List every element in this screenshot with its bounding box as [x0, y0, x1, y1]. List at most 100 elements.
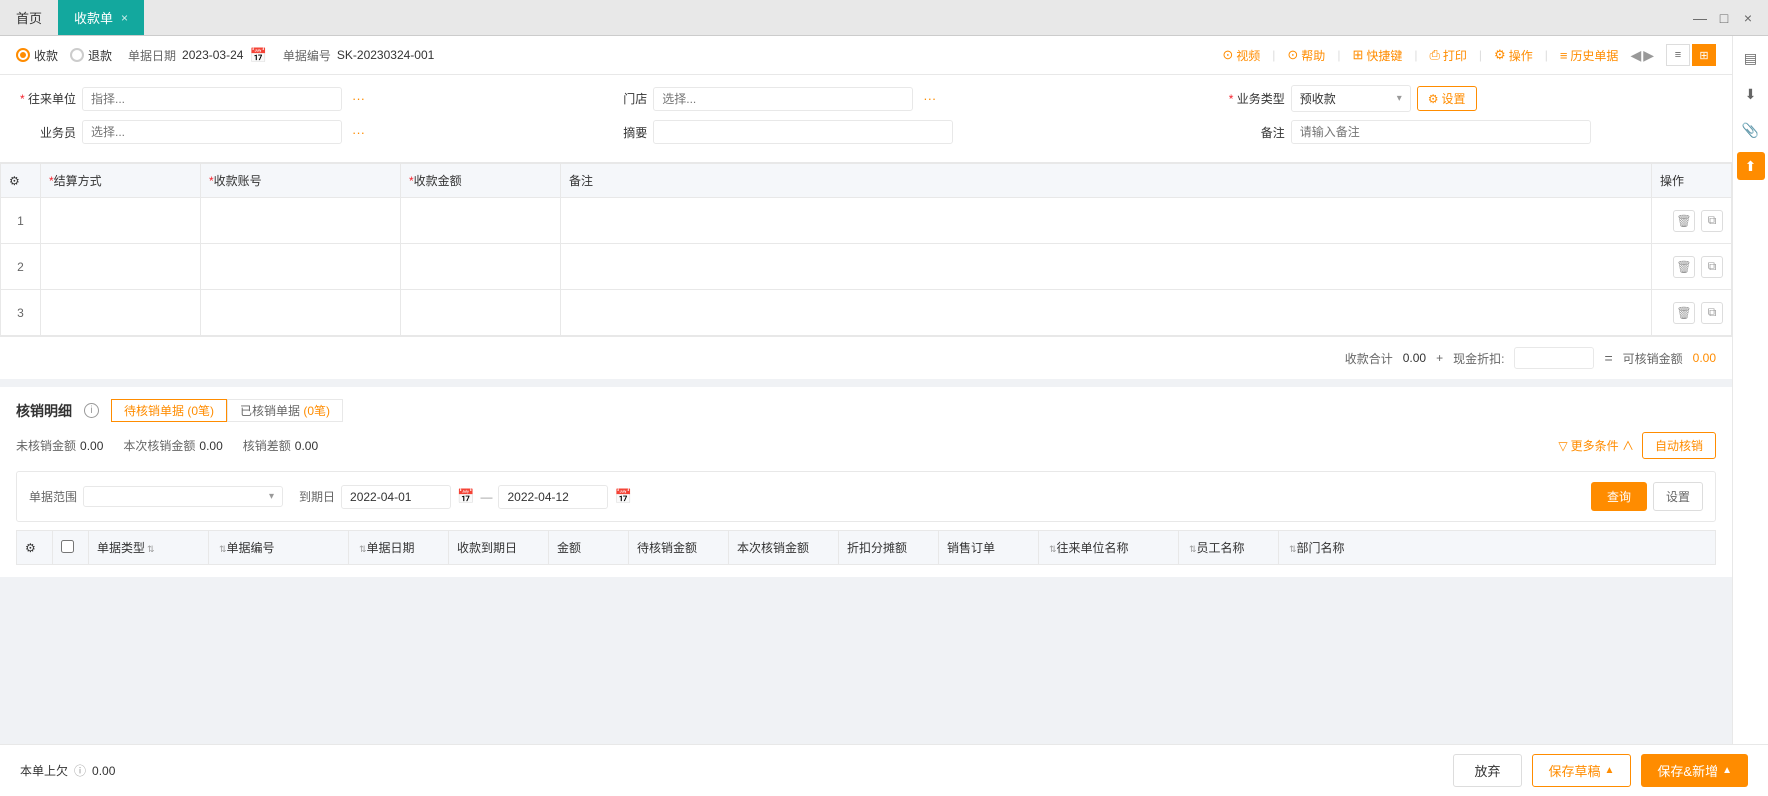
footer-info-icon[interactable]: ⓘ — [74, 762, 86, 779]
range-select[interactable]: ▾ — [83, 486, 283, 507]
shop-input[interactable] — [653, 87, 913, 111]
sidebar-import-icon[interactable]: ⬇ — [1737, 80, 1765, 108]
toolbar: 收款 退款 单据日期 2023-03-24 📅 单据编号 SK-20230324… — [0, 36, 1732, 75]
calendar-icon[interactable]: 📅 — [249, 47, 266, 64]
select-all-checkbox[interactable] — [61, 540, 74, 553]
row-1-op-icons: 🗑 ⧉ — [1660, 210, 1723, 232]
help-btn[interactable]: ⊙ 帮助 — [1287, 47, 1325, 64]
row-1-remark[interactable] — [561, 198, 1652, 244]
tab-pending[interactable]: 待核销单据 (0笔) — [111, 399, 227, 422]
help-label: 帮助 — [1301, 47, 1325, 64]
staff-more-icon[interactable]: ··· — [352, 125, 365, 140]
sidebar-export-icon[interactable]: ⬆ — [1737, 152, 1765, 180]
remark-field: 备注 — [1185, 120, 1716, 144]
row-2-amount[interactable] — [401, 244, 561, 290]
abandon-btn[interactable]: 放弃 — [1453, 754, 1521, 787]
row-2-settle[interactable] — [41, 244, 201, 290]
tab-active[interactable]: 收款单 × — [58, 0, 144, 35]
grid-view-btn[interactable]: ⊞ — [1692, 44, 1716, 66]
summary-input[interactable] — [653, 120, 953, 144]
save-draft-btn[interactable]: 保存草稿 ▲ — [1532, 754, 1632, 787]
date-value: 2023-03-24 — [182, 48, 243, 62]
row-1-settle[interactable] — [41, 198, 201, 244]
minimize-btn[interactable]: — — [1692, 10, 1708, 26]
row-3-amount[interactable] — [401, 290, 561, 336]
type-radio-group: 收款 退款 — [16, 47, 112, 64]
row-3-copy-icon[interactable]: ⧉ — [1701, 302, 1723, 324]
tab-done[interactable]: 已核销单据 (0笔) — [227, 399, 343, 422]
partner-more-icon[interactable]: ··· — [352, 91, 365, 106]
row-3-op: 🗑 ⧉ — [1652, 290, 1732, 336]
more-filter-label: 更多条件 ∧ — [1571, 437, 1634, 454]
history-label: 历史单据 — [1570, 47, 1618, 64]
filter-settings-btn[interactable]: 设置 — [1653, 482, 1703, 511]
row-1-amount[interactable] — [401, 198, 561, 244]
verify-tabs: 待核销单据 (0笔) 已核销单据 (0笔) — [111, 399, 343, 422]
radio-refund[interactable]: 退款 — [70, 47, 112, 64]
more-filter-btn[interactable]: ▽ 更多条件 ∧ — [1558, 437, 1634, 454]
row-3-settle[interactable] — [41, 290, 201, 336]
summary-field: 摘要 — [547, 120, 1185, 144]
date-field: 单据日期 2023-03-24 📅 — [128, 47, 267, 64]
operation-btn[interactable]: ⚙ 操作 — [1494, 47, 1533, 64]
sidebar-attach-icon[interactable]: 📎 — [1737, 116, 1765, 144]
tab-home[interactable]: 首页 — [0, 0, 58, 35]
list-view-btn[interactable]: ≡ — [1666, 44, 1690, 66]
total-label: 收款合计 — [1345, 350, 1393, 367]
range-select-chevron-icon: ▾ — [269, 491, 274, 502]
row-3-account[interactable] — [201, 290, 401, 336]
row-1-copy-icon[interactable]: ⧉ — [1701, 210, 1723, 232]
sidebar-table-icon[interactable]: ▤ — [1737, 44, 1765, 72]
diff-label: 核销差额 — [243, 437, 291, 454]
history-btn[interactable]: ≡ 历史单据 — [1560, 47, 1619, 64]
row-2-copy-icon[interactable]: ⧉ — [1701, 256, 1723, 278]
query-btn[interactable]: 查询 — [1591, 482, 1647, 511]
print-btn[interactable]: ⎙ 打印 — [1429, 47, 1466, 64]
summary-label: 摘要 — [587, 124, 647, 141]
row-2-delete-icon[interactable]: 🗑 — [1673, 256, 1695, 278]
partner-input[interactable] — [82, 87, 342, 111]
date-to-input[interactable] — [498, 485, 608, 509]
bth-amount: 金额 — [549, 531, 629, 565]
tab-close-btn[interactable]: × — [121, 11, 128, 25]
radio-receipt[interactable]: 收款 — [16, 47, 58, 64]
remark-input[interactable] — [1291, 120, 1591, 144]
diff-stat: 核销差额 0.00 — [243, 437, 318, 454]
tab-home-label: 首页 — [16, 8, 42, 27]
toolbar-right: ⊙ 视频 | ⊙ 帮助 | ⊞ 快捷键 | ⎙ 打印 | ⚙ 操作 | — [1222, 44, 1716, 66]
result-label: 可核销金额 — [1623, 350, 1683, 367]
filter-icon: ▽ — [1558, 439, 1567, 453]
maximize-btn[interactable]: □ — [1716, 10, 1732, 26]
bth-type: 单据类型⇅ — [89, 531, 209, 565]
video-btn[interactable]: ⊙ 视频 — [1222, 47, 1260, 64]
row-2-account[interactable] — [201, 244, 401, 290]
row-1-account[interactable] — [201, 198, 401, 244]
auto-verify-btn[interactable]: 自动核销 — [1642, 432, 1716, 459]
cal-from-icon[interactable]: 📅 — [457, 488, 474, 505]
next-arrow[interactable]: ▶ — [1643, 47, 1654, 64]
help-icon: ⊙ — [1287, 47, 1298, 63]
prev-arrow[interactable]: ◀ — [1630, 47, 1641, 64]
shop-more-icon[interactable]: ··· — [923, 91, 936, 106]
range-field: 单据范围 ▾ — [29, 486, 283, 507]
bth-current: 本次核销金额 — [729, 531, 839, 565]
row-1-delete-icon[interactable]: 🗑 — [1673, 210, 1695, 232]
plus-sign: + — [1436, 351, 1443, 365]
staff-input[interactable] — [82, 120, 342, 144]
date-from-input[interactable] — [341, 485, 451, 509]
setting-button[interactable]: ⚙ 设置 — [1417, 86, 1477, 111]
shortcut-btn[interactable]: ⊞ 快捷键 — [1352, 47, 1402, 64]
verify-info-icon[interactable]: i — [84, 403, 99, 418]
row-2-remark[interactable] — [561, 244, 1652, 290]
bth-gear[interactable]: ⚙ — [17, 531, 53, 565]
close-btn[interactable]: × — [1740, 10, 1756, 26]
th-gear[interactable]: ⚙ — [1, 164, 41, 198]
save-new-btn[interactable]: 保存&新增 ▲ — [1641, 754, 1748, 787]
biz-type-select[interactable]: 预收款 ▾ — [1291, 85, 1411, 112]
discount-input[interactable] — [1514, 347, 1594, 369]
row-3-delete-icon[interactable]: 🗑 — [1673, 302, 1695, 324]
row-3-remark[interactable] — [561, 290, 1652, 336]
row-3-op-icons: 🗑 ⧉ — [1660, 302, 1723, 324]
cal-to-icon[interactable]: 📅 — [614, 488, 631, 505]
bth-checkbox[interactable] — [53, 531, 89, 565]
